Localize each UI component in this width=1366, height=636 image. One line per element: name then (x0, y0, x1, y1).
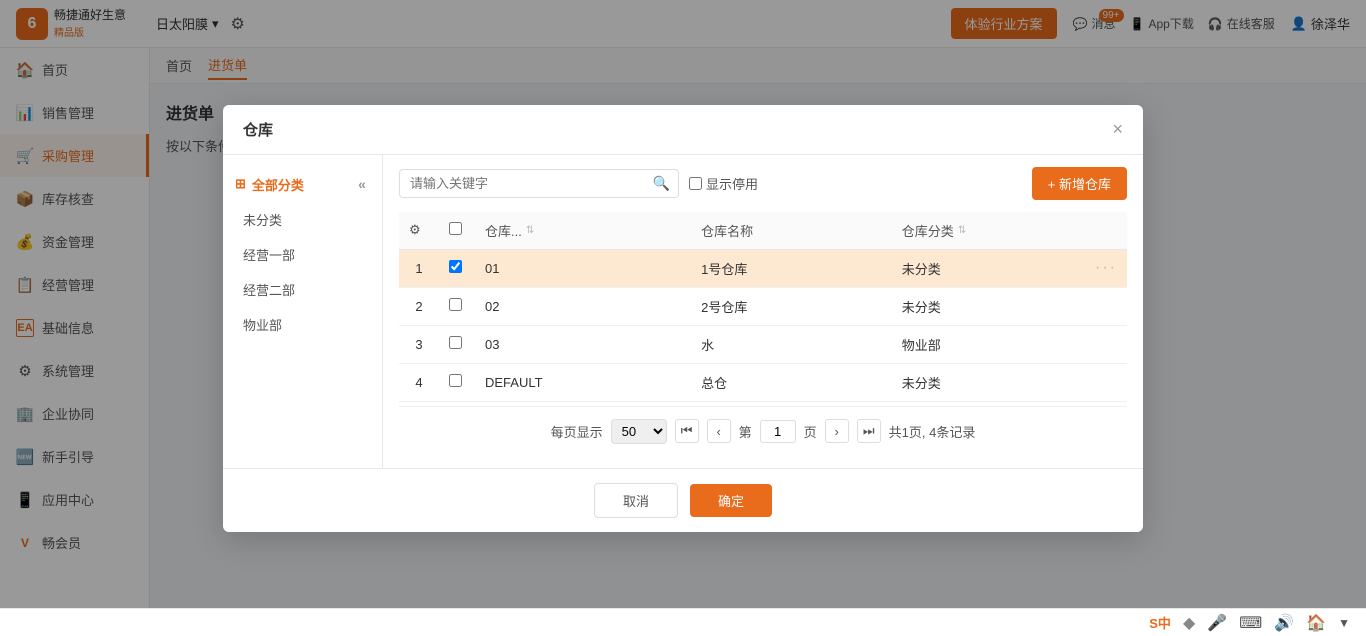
category-item-unclassified[interactable]: 未分类 (223, 202, 382, 237)
row-code: DEFAULT (475, 363, 691, 401)
dialog-footer: 取消 确定 (223, 468, 1143, 532)
table-row[interactable]: 3 03 水 物业部 (399, 325, 1127, 363)
row-category: 物业部 (892, 325, 1127, 363)
mic-icon[interactable]: 🎤 (1207, 613, 1227, 633)
show-disabled-checkbox[interactable] (689, 177, 702, 190)
keyboard-icon[interactable]: ⌨ (1239, 613, 1262, 633)
home-bottom-icon[interactable]: 🏠 (1306, 613, 1326, 633)
table-header-check[interactable] (439, 212, 475, 250)
category-item-dept1[interactable]: 经营一部 (223, 237, 382, 272)
warehouse-table: ⚙ 仓库... ⇅ 仓库名称 (399, 212, 1127, 402)
category-item-dept2[interactable]: 经营二部 (223, 272, 382, 307)
pagination: 每页显示 10 20 50 100 ⏮ ‹ 第 页 › ⏭ 共1页, 4条记录 (399, 406, 1127, 456)
search-bar: 🔍 显示停用 + 新增仓库 (399, 167, 1127, 200)
grid-icon: ⊞ (235, 176, 246, 192)
row-category: 未分类 (892, 287, 1127, 325)
table-row[interactable]: 1 01 1号仓库 未分类··· (399, 249, 1127, 287)
category-panel: ⊞ 全部分类 « 未分类 经营一部 经营二部 物业部 (223, 155, 383, 468)
table-header-gear[interactable]: ⚙ (399, 212, 439, 250)
row-checkbox[interactable] (449, 336, 462, 349)
bullet-icon: ◆ (1183, 613, 1195, 633)
sort-category-icon: ⇅ (958, 225, 966, 236)
row-checkbox-cell[interactable] (439, 325, 475, 363)
table-row[interactable]: 2 02 2号仓库 未分类 (399, 287, 1127, 325)
row-checkbox[interactable] (449, 298, 462, 311)
dialog-overlay: 仓库 × ⊞ 全部分类 « 未分类 经营一部 经营二部 物业部 (0, 0, 1366, 636)
row-checkbox[interactable] (449, 374, 462, 387)
first-page-button[interactable]: ⏮ (675, 419, 699, 443)
row-checkbox[interactable] (449, 260, 462, 273)
row-code: 02 (475, 287, 691, 325)
sogou-icon[interactable]: S中 (1149, 613, 1171, 632)
row-name: 水 (691, 325, 892, 363)
row-category: 未分类 (892, 363, 1127, 401)
table-header-category[interactable]: 仓库分类 ⇅ (892, 212, 1127, 250)
speaker-icon[interactable]: 🔊 (1274, 613, 1294, 633)
table-row[interactable]: 4 DEFAULT 总仓 未分类 (399, 363, 1127, 401)
row-num: 2 (399, 287, 439, 325)
bottombar: S中 ◆ 🎤 ⌨ 🔊 🏠 ▼ (0, 608, 1366, 636)
search-button[interactable]: 🔍 (645, 175, 678, 192)
row-name: 1号仓库 (691, 249, 892, 287)
page-input-label: 第 (739, 422, 752, 441)
action-dots[interactable]: ··· (1095, 259, 1117, 277)
next-page-button[interactable]: › (825, 419, 849, 443)
last-page-button[interactable]: ⏭ (857, 419, 881, 443)
row-name: 2号仓库 (691, 287, 892, 325)
dialog-body: ⊞ 全部分类 « 未分类 经营一部 经营二部 物业部 🔍 (223, 155, 1143, 468)
add-warehouse-button[interactable]: + 新增仓库 (1032, 167, 1127, 200)
close-icon[interactable]: × (1112, 119, 1123, 140)
row-num: 1 (399, 249, 439, 287)
show-disabled-label[interactable]: 显示停用 (689, 174, 758, 193)
table-header-code[interactable]: 仓库... ⇅ (475, 212, 691, 250)
select-all-checkbox[interactable] (449, 222, 462, 235)
row-checkbox-cell[interactable] (439, 249, 475, 287)
page-number-input[interactable] (760, 420, 796, 443)
content-panel: 🔍 显示停用 + 新增仓库 ⚙ (383, 155, 1143, 468)
category-item-property[interactable]: 物业部 (223, 307, 382, 342)
category-all-header[interactable]: ⊞ 全部分类 « (223, 167, 382, 202)
row-code: 03 (475, 325, 691, 363)
total-label: 共1页, 4条记录 (889, 422, 976, 441)
cancel-button[interactable]: 取消 (594, 483, 678, 518)
row-category: 未分类··· (892, 249, 1127, 287)
row-name: 总仓 (691, 363, 892, 401)
per-page-select[interactable]: 10 20 50 100 (611, 419, 667, 444)
dialog-header: 仓库 × (223, 105, 1143, 155)
warehouse-dialog: 仓库 × ⊞ 全部分类 « 未分类 经营一部 经营二部 物业部 (223, 105, 1143, 532)
row-checkbox-cell[interactable] (439, 287, 475, 325)
confirm-button[interactable]: 确定 (690, 484, 772, 517)
collapse-icon[interactable]: « (354, 176, 370, 192)
row-code: 01 (475, 249, 691, 287)
table-header-name[interactable]: 仓库名称 (691, 212, 892, 250)
dialog-title: 仓库 (243, 119, 273, 140)
sort-code-icon: ⇅ (526, 225, 534, 236)
search-input-wrap: 🔍 (399, 169, 679, 198)
row-num: 3 (399, 325, 439, 363)
row-checkbox-cell[interactable] (439, 363, 475, 401)
page-label: 页 (804, 422, 817, 441)
search-input[interactable] (400, 170, 645, 197)
chevron-up-icon[interactable]: ▼ (1338, 616, 1350, 630)
prev-page-button[interactable]: ‹ (707, 419, 731, 443)
row-num: 4 (399, 363, 439, 401)
per-page-label: 每页显示 (551, 422, 603, 441)
